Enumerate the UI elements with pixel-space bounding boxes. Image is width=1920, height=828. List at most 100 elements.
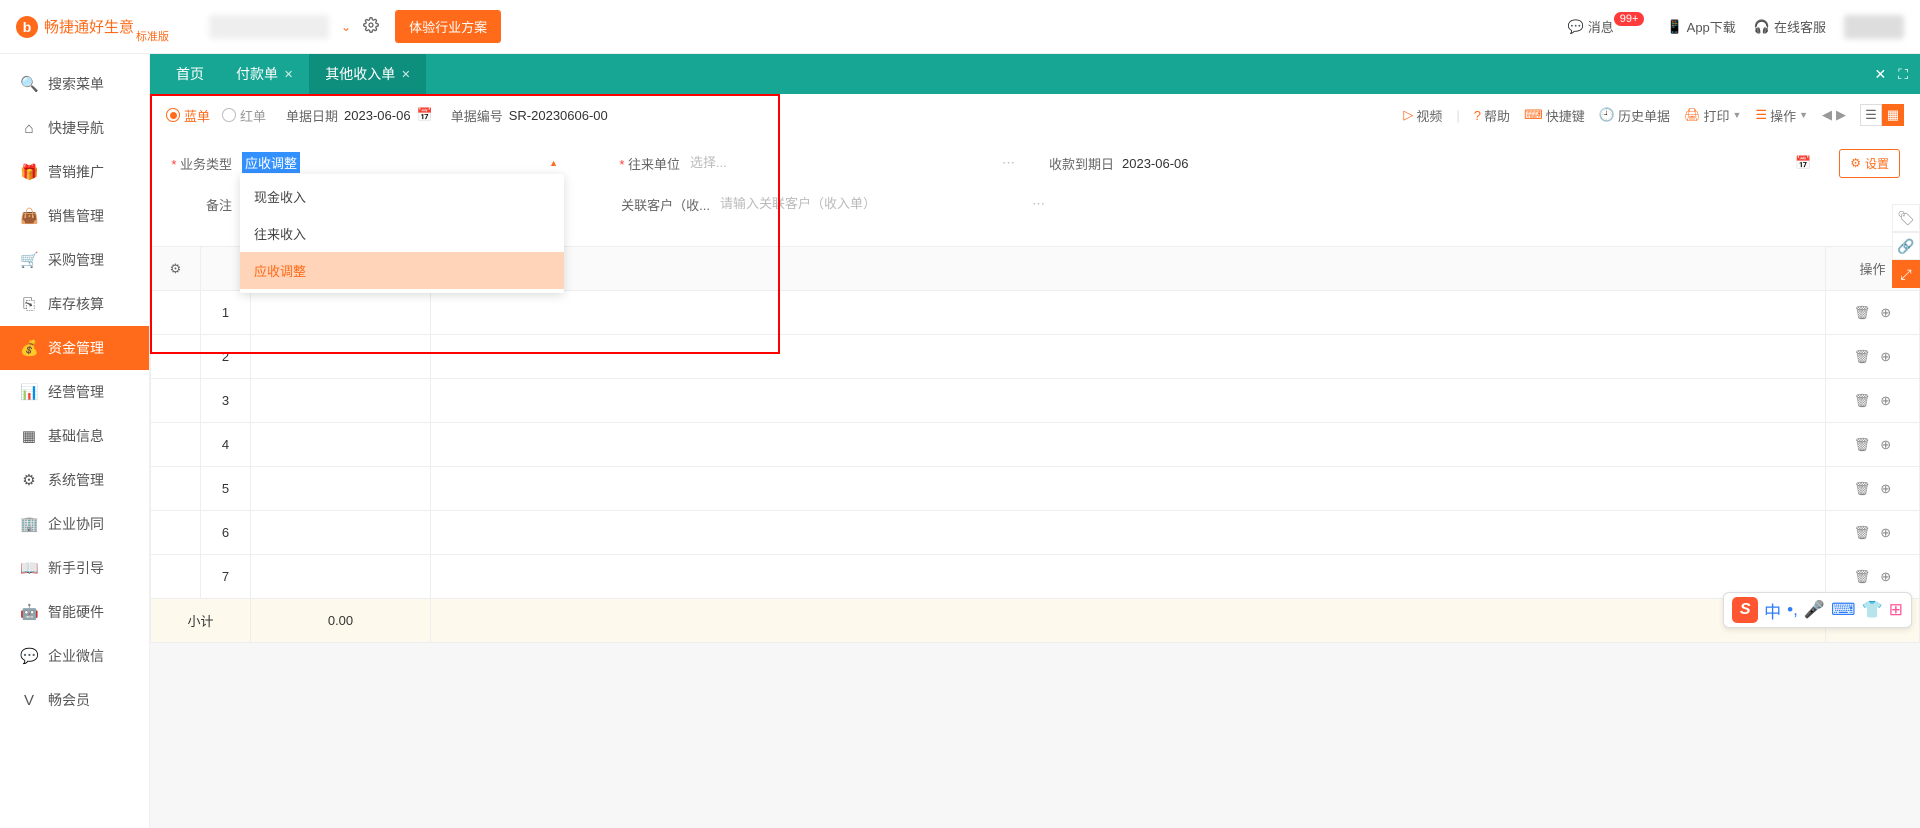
logo[interactable]: b 畅捷通好生意: [16, 16, 134, 38]
more-icon[interactable]: ⋯: [996, 155, 1021, 171]
calendar-icon[interactable]: 📅: [417, 107, 433, 123]
dropdown-option-adjust[interactable]: 应收调整: [240, 252, 564, 289]
dropdown-option-cash[interactable]: 现金收入: [240, 178, 564, 215]
operate-button[interactable]: ☰操作▼: [1755, 106, 1808, 125]
radio-blue[interactable]: 蓝单: [166, 106, 210, 125]
copy-icon[interactable]: ⊕: [1880, 569, 1891, 585]
help-label: 帮助: [1484, 106, 1510, 125]
customer-input[interactable]: [718, 192, 1018, 216]
doc-code-value: SR-20230606-00: [509, 108, 608, 123]
sidebar-item-label: 企业微信: [48, 646, 104, 666]
ime-punct-toggle[interactable]: •,: [1787, 600, 1798, 620]
row-index: 6: [201, 511, 251, 555]
gear-icon[interactable]: [363, 17, 379, 36]
ime-toolbar[interactable]: S 中 •, 🎤 ⌨ 👕 ⊞: [1723, 592, 1912, 628]
chevron-down-icon[interactable]: ⌄: [341, 20, 351, 34]
skin-icon[interactable]: 👕: [1862, 600, 1883, 620]
delete-icon[interactable]: 🗑: [1854, 305, 1871, 321]
history-button[interactable]: 🕘历史单据: [1599, 106, 1670, 125]
support-link[interactable]: 🎧 在线客服: [1754, 17, 1826, 36]
table-row[interactable]: 6 🗑 ⊕: [151, 511, 1920, 555]
rail-link-button[interactable]: 🔗: [1892, 232, 1920, 260]
calendar-icon[interactable]: 📅: [1795, 155, 1811, 171]
table-row[interactable]: 7🗑⊕: [151, 555, 1920, 599]
copy-icon[interactable]: ⊕: [1880, 305, 1891, 321]
sidebar-item-operation[interactable]: 📊经营管理: [0, 370, 149, 414]
rail-tag-button[interactable]: 🏷: [1892, 204, 1920, 232]
doc-code-label: 单据编号: [451, 106, 503, 125]
sidebar-item-wechat[interactable]: 💬企业微信: [0, 634, 149, 678]
next-icon[interactable]: ▶: [1836, 107, 1846, 123]
table-row[interactable]: 1🗑⊕: [151, 291, 1920, 335]
tab-payment[interactable]: 付款单✕: [220, 54, 309, 94]
delete-icon[interactable]: 🗑: [1854, 437, 1871, 453]
table-row[interactable]: 2🗑⊕: [151, 335, 1920, 379]
delete-icon[interactable]: 🗑: [1854, 569, 1871, 585]
sidebar-item-basic[interactable]: ▦基础信息: [0, 414, 149, 458]
chevron-down-icon: ▼: [1799, 110, 1808, 120]
keyboard-icon[interactable]: ⌨: [1831, 600, 1856, 620]
copy-icon[interactable]: ⊕: [1880, 525, 1891, 541]
app-download-link[interactable]: 📱 App下载: [1666, 17, 1735, 36]
messages-link[interactable]: 💬 消息 99+: [1568, 17, 1649, 36]
copy-icon[interactable]: ⊕: [1880, 481, 1891, 497]
sidebar-item-member[interactable]: V畅会员: [0, 678, 149, 722]
radio-red-label: 红单: [240, 106, 266, 125]
help-button[interactable]: ?帮助: [1474, 106, 1510, 125]
close-icon[interactable]: ✕: [284, 68, 293, 81]
sidebar-item-purchase[interactable]: 🛒采购管理: [0, 238, 149, 282]
sidebar-item-enterprise[interactable]: 🏢企业协同: [0, 502, 149, 546]
print-button[interactable]: 🖨打印▼: [1684, 106, 1741, 125]
sidebar-item-quicknav[interactable]: ⌂快捷导航: [0, 106, 149, 150]
copy-icon[interactable]: ⊕: [1880, 349, 1891, 365]
sidebar-item-sales[interactable]: 👜销售管理: [0, 194, 149, 238]
delete-icon[interactable]: 🗑: [1854, 393, 1871, 409]
user-avatar-blur[interactable]: [1844, 15, 1904, 39]
delete-icon[interactable]: 🗑: [1854, 349, 1871, 365]
shortcut-button[interactable]: ⌨快捷键: [1524, 106, 1585, 125]
settings-button[interactable]: ⚙ 设置: [1839, 149, 1900, 178]
settings-label: 设置: [1865, 155, 1889, 172]
trial-button[interactable]: 体验行业方案: [395, 10, 501, 43]
copy-icon[interactable]: ⊕: [1880, 393, 1891, 409]
mic-icon[interactable]: 🎤: [1804, 600, 1825, 620]
logo-subtitle: 标准版: [136, 28, 169, 44]
copy-icon[interactable]: ⊕: [1880, 437, 1891, 453]
delete-icon[interactable]: 🗑: [1854, 481, 1871, 497]
due-date-value[interactable]: 2023-06-06: [1122, 156, 1189, 171]
th-settings[interactable]: ⚙: [151, 247, 201, 291]
more-icon[interactable]: ⋯: [1026, 196, 1051, 212]
table-row[interactable]: 4🗑⊕: [151, 423, 1920, 467]
gear-icon: ⚙: [1850, 156, 1861, 170]
delete-icon[interactable]: 🗑: [1854, 525, 1871, 541]
radio-red[interactable]: 红单: [222, 106, 266, 125]
video-button[interactable]: ▷视频: [1403, 106, 1442, 125]
tabs-expand-icon[interactable]: ⛶: [1898, 66, 1908, 83]
toolbox-icon[interactable]: ⊞: [1889, 600, 1903, 620]
tabs-close-all-icon[interactable]: ✕: [1874, 66, 1886, 83]
tab-other-income[interactable]: 其他收入单✕: [309, 54, 426, 94]
table-row[interactable]: 3🗑⊕: [151, 379, 1920, 423]
close-icon[interactable]: ✕: [401, 68, 410, 81]
dropdown-option-trade[interactable]: 往来收入: [240, 215, 564, 252]
sidebar-item-system[interactable]: ⚙系统管理: [0, 458, 149, 502]
sidebar-item-marketing[interactable]: 🎁营销推广: [0, 150, 149, 194]
table-row[interactable]: 5🗑⊕: [151, 467, 1920, 511]
view-list-toggle[interactable]: ☰: [1860, 104, 1882, 126]
sidebar-item-search[interactable]: 🔍搜索菜单: [0, 62, 149, 106]
sidebar-item-inventory[interactable]: ⎘库存核算: [0, 282, 149, 326]
ime-lang-toggle[interactable]: 中: [1764, 598, 1781, 623]
money-icon: 💰: [20, 339, 38, 357]
rail-expand-button[interactable]: ⤢: [1892, 260, 1920, 288]
sidebar-item-funds[interactable]: 💰资金管理: [0, 326, 149, 370]
unit-input[interactable]: [688, 151, 988, 175]
sidebar-item-hardware[interactable]: 🤖智能硬件: [0, 590, 149, 634]
tab-home[interactable]: 首页: [160, 54, 220, 94]
subtotal-label: 小计: [151, 599, 251, 643]
prev-icon[interactable]: ◀: [1822, 107, 1832, 123]
doc-date-value[interactable]: 2023-06-06: [344, 108, 411, 123]
sidebar-item-label: 搜索菜单: [48, 74, 104, 94]
messages-badge: 99+: [1614, 12, 1645, 26]
sidebar-item-guide[interactable]: 📖新手引导: [0, 546, 149, 590]
view-card-toggle[interactable]: ▦: [1882, 104, 1904, 126]
